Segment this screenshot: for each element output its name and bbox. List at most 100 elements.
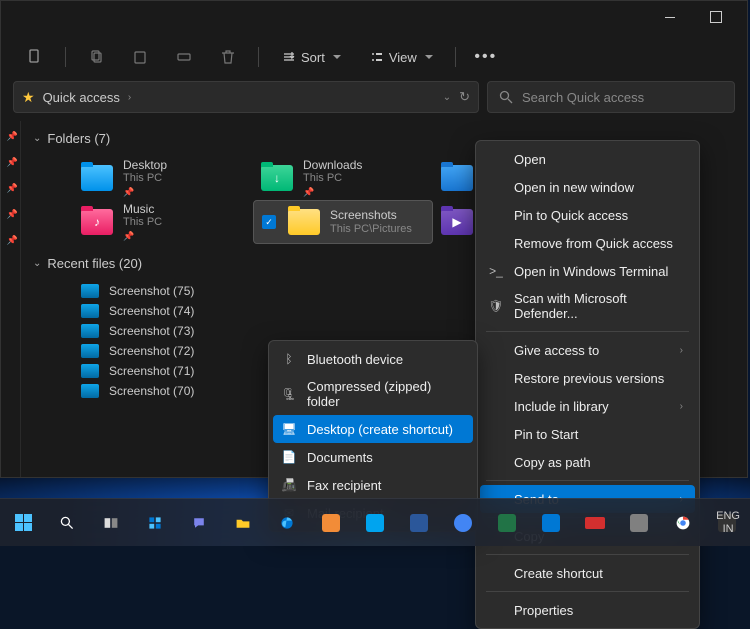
rename-icon[interactable]: [166, 39, 202, 75]
start-button[interactable]: [3, 503, 43, 543]
nav-pin-icon[interactable]: 📌: [7, 131, 15, 139]
app-icon[interactable]: [575, 503, 615, 543]
context-menu-label: Properties: [514, 603, 683, 618]
folder-item[interactable]: ↓DownloadsThis PC📌: [253, 156, 433, 200]
context-menu-label: Compressed (zipped) folder: [307, 379, 461, 409]
context-menu-item[interactable]: >_Open in Windows Terminal: [480, 257, 695, 285]
file-thumb-icon: [81, 304, 99, 318]
context-menu-item[interactable]: Create shortcut: [480, 559, 695, 587]
star-icon: ★: [22, 89, 35, 106]
minimize-button[interactable]: [647, 2, 693, 32]
refresh-icon[interactable]: ↻: [459, 89, 470, 105]
chevron-down-icon[interactable]: ⌄: [443, 92, 451, 103]
folder-icon: ♪: [81, 209, 113, 235]
explorer-button[interactable]: [223, 503, 263, 543]
chevron-down-icon: ⌄: [33, 258, 41, 269]
app-icon[interactable]: [619, 503, 659, 543]
doc-icon: 📄: [281, 450, 297, 464]
nav-pin-icon[interactable]: 📌: [7, 235, 15, 243]
pin-icon: 📌: [303, 187, 362, 198]
context-menu-item[interactable]: Open: [480, 145, 695, 173]
context-menu-label: Copy as path: [514, 455, 683, 470]
context-menu-label: Pin to Start: [514, 427, 683, 442]
context-menu-item[interactable]: Give access to ›: [480, 336, 695, 364]
app-icon[interactable]: [487, 503, 527, 543]
context-menu-item[interactable]: 📄Documents: [273, 443, 473, 471]
file-name: Screenshot (75): [109, 284, 537, 298]
folder-icon: ↓: [261, 165, 293, 191]
context-menu-item[interactable]: 🖥 Desktop (create shortcut): [273, 415, 473, 443]
taskview-button[interactable]: [91, 503, 131, 543]
folder-sub: This PC: [123, 172, 167, 185]
folder-name: Music: [123, 202, 162, 216]
breadcrumb[interactable]: ★ Quick access › ⌄ ↻: [13, 81, 479, 113]
app-icon[interactable]: [311, 503, 351, 543]
context-menu-item[interactable]: ᛒBluetooth device: [273, 345, 473, 373]
context-menu-item[interactable]: Include in library›: [480, 392, 695, 420]
context-menu-label: Open in new window: [514, 180, 683, 195]
context-menu: Open Open in new window Pin to Quick acces…: [475, 140, 700, 629]
context-menu-label: Fax recipient: [307, 478, 461, 493]
view-label: View: [389, 50, 417, 65]
context-menu-label: Give access to: [514, 343, 670, 358]
chevron-right-icon: ›: [680, 401, 683, 412]
paste-icon[interactable]: [122, 39, 158, 75]
folder-item[interactable]: ♪MusicThis PC📌: [73, 200, 253, 244]
app-icon[interactable]: [443, 503, 483, 543]
context-menu-label: Desktop (create shortcut): [307, 422, 461, 437]
folder-sub: This PC: [303, 172, 362, 185]
sort-label: Sort: [301, 50, 325, 65]
maximize-button[interactable]: [693, 2, 739, 32]
lang-1: ENG: [716, 510, 740, 522]
context-menu-item[interactable]: Pin to Quick access: [480, 201, 695, 229]
widgets-button[interactable]: [135, 503, 175, 543]
delete-icon[interactable]: [210, 39, 246, 75]
folder-icon: [288, 209, 320, 235]
context-menu-item[interactable]: 📠Fax recipient: [273, 471, 473, 499]
context-menu-item[interactable]: Pin to Start: [480, 420, 695, 448]
nav-rail: 📌 📌 📌 📌 📌: [1, 121, 21, 477]
separator: [486, 480, 689, 481]
context-menu-item[interactable]: 🗜 Compressed (zipped) folder: [273, 373, 473, 415]
folder-item[interactable]: ✓ScreenshotsThis PC\Pictures: [253, 200, 433, 244]
sort-button[interactable]: Sort: [271, 43, 351, 71]
pin-icon: 📌: [123, 187, 167, 198]
context-menu-item[interactable]: Remove from Quick access: [480, 229, 695, 257]
search-input[interactable]: Search Quick access: [487, 81, 735, 113]
app-icon[interactable]: [355, 503, 395, 543]
edge-button[interactable]: [267, 503, 307, 543]
search-placeholder: Search Quick access: [522, 90, 644, 105]
context-menu-label: Restore previous versions: [514, 371, 683, 386]
nav-pin-icon[interactable]: 📌: [7, 157, 15, 165]
context-menu-label: Remove from Quick access: [514, 236, 683, 251]
folder-sub: This PC: [123, 216, 162, 229]
app-icon[interactable]: [531, 503, 571, 543]
context-menu-label: Pin to Quick access: [514, 208, 683, 223]
folders-label: Folders (7): [47, 131, 110, 146]
more-button[interactable]: •••: [468, 39, 504, 75]
context-menu-item[interactable]: 🛡Scan with Microsoft Defender...: [480, 285, 695, 327]
context-menu-item[interactable]: Restore previous versions: [480, 364, 695, 392]
context-menu-label: Bluetooth device: [307, 352, 461, 367]
search-button[interactable]: [47, 503, 87, 543]
nav-pin-icon[interactable]: 📌: [7, 183, 15, 191]
chat-button[interactable]: [179, 503, 219, 543]
chevron-right-icon: ›: [680, 345, 683, 356]
context-menu-item[interactable]: Properties: [480, 596, 695, 624]
nav-pin-icon[interactable]: 📌: [7, 209, 15, 217]
app-icon[interactable]: [399, 503, 439, 543]
zip-icon: 🗜: [281, 387, 297, 401]
folder-icon: [81, 165, 113, 191]
desk-icon: 🖥: [281, 422, 297, 436]
context-menu-item[interactable]: Open in new window: [480, 173, 695, 201]
context-menu-item[interactable]: Copy as path: [480, 448, 695, 476]
taskbar-tray[interactable]: ENG IN: [716, 510, 740, 534]
file-name: Screenshot (74): [109, 304, 537, 318]
folder-name: Desktop: [123, 158, 167, 172]
folder-item[interactable]: DesktopThis PC 📌: [73, 156, 253, 200]
chrome-button[interactable]: [663, 503, 703, 543]
new-icon[interactable]: [17, 39, 53, 75]
view-button[interactable]: View: [359, 43, 443, 71]
titlebar: [1, 1, 747, 33]
copy-icon[interactable]: [78, 39, 114, 75]
